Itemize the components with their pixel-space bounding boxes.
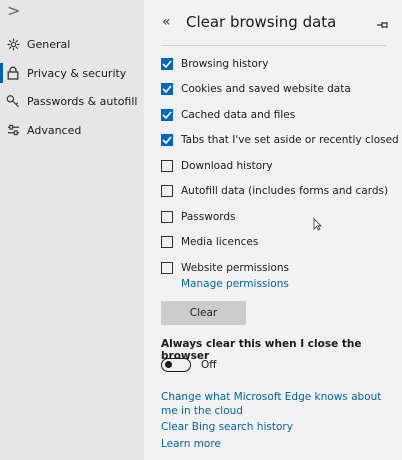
checkbox-unchecked[interactable] [161,185,173,197]
checkbox-label: Cached data and files [181,109,296,121]
clear-bing-history-link[interactable]: Clear Bing search history [161,420,391,434]
checkbox-label: Cookies and saved website data [181,83,351,95]
checkbox-label: Passwords [181,211,236,223]
back-icon[interactable]: « [162,14,178,30]
sidebar-item-label: Passwords & autofill [27,94,138,108]
always-clear-label: Always clear this when I close the brows… [161,338,362,362]
sliders-icon [6,123,20,137]
checkbox-checked[interactable] [161,134,173,146]
clear-button[interactable]: Clear [161,301,246,325]
learn-more-link[interactable]: Learn more [161,437,391,451]
header-divider [161,45,386,46]
edge-knows-link[interactable]: Change what Microsoft Edge knows about m… [161,390,391,418]
checkbox-browsing-history[interactable]: Browsing history [161,55,268,73]
checkbox-unchecked[interactable] [161,262,173,274]
checkbox-download-history[interactable]: Download history [161,157,273,175]
sidebar-item-label: Advanced [27,123,82,137]
checkbox-checked[interactable] [161,58,173,70]
page-title: Clear browsing data [186,13,337,31]
checkbox-unchecked[interactable] [161,211,173,223]
always-clear-toggle[interactable] [161,358,191,372]
checkbox-media-licences[interactable]: Media licences [161,233,258,251]
checkbox-label: Autofill data (includes forms and cards) [181,185,389,197]
checkbox-cookies[interactable]: Cookies and saved website data [161,80,351,98]
checkbox-passwords[interactable]: Passwords [161,208,236,226]
sidebar-item-passwords-autofill[interactable]: Passwords & autofill [0,88,144,114]
key-icon [6,94,20,108]
toggle-state-label: Off [201,359,217,371]
checkbox-label: Website permissions [181,262,290,274]
sidebar-item-general[interactable]: General [0,31,144,57]
sidebar-item-advanced[interactable]: Advanced [0,117,144,143]
settings-sidebar: > General Privacy & security Passwords &… [0,0,144,460]
checkbox-label: Media licences [181,236,259,248]
panel-header: « Clear browsing data [162,13,336,31]
checkbox-unchecked[interactable] [161,160,173,172]
pin-icon[interactable] [376,16,390,28]
checkbox-tabs-set-aside[interactable]: Tabs that I've set aside or recently clo… [161,131,399,149]
checkbox-cached-data[interactable]: Cached data and files [161,106,295,124]
checkbox-checked[interactable] [161,109,173,121]
expand-chevron-icon[interactable]: > [7,3,20,19]
clear-browsing-data-panel: « Clear browsing data Browsing history C… [144,0,402,460]
sidebar-item-label: General [27,37,71,51]
gear-icon [6,37,20,51]
mouse-cursor-icon [313,216,322,235]
manage-permissions-link[interactable]: Manage permissions [181,278,289,290]
sidebar-item-privacy-security[interactable]: Privacy & security [0,60,144,86]
lock-icon [6,66,20,80]
checkbox-label: Download history [181,160,273,172]
checkbox-label: Browsing history [181,58,269,70]
checkbox-label: Tabs that I've set aside or recently clo… [181,134,399,146]
toggle-knob [165,361,172,368]
sidebar-item-label: Privacy & security [27,66,127,80]
checkbox-checked[interactable] [161,83,173,95]
checkbox-unchecked[interactable] [161,236,173,248]
checkbox-autofill-data[interactable]: Autofill data (includes forms and cards) [161,182,388,200]
checkbox-website-permissions[interactable]: Website permissions [161,259,289,277]
